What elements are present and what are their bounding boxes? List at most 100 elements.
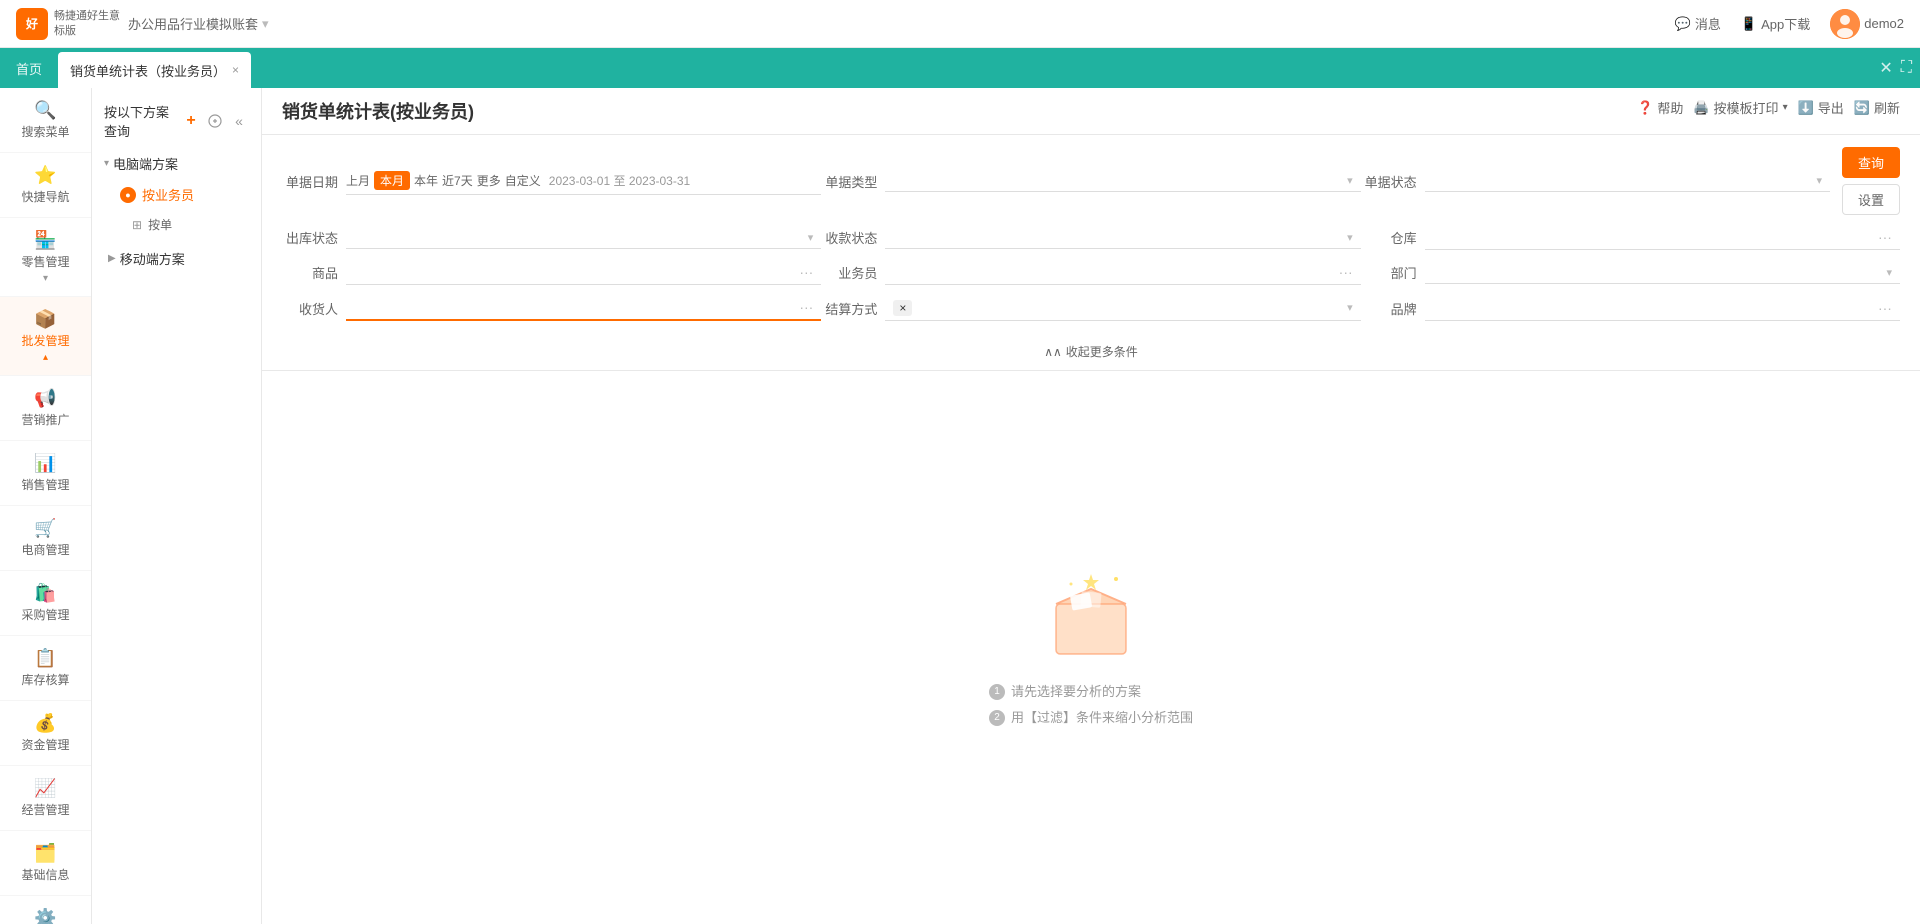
tab-home[interactable]: 首页 <box>0 48 58 88</box>
department-select[interactable]: ▾ <box>1425 262 1900 284</box>
sidebar-item-wholesale[interactable]: 📦 批发管理 ▴ <box>0 297 91 376</box>
sidebar-item-sales[interactable]: 📊 销售管理 <box>0 441 91 506</box>
tab-close-button[interactable]: × <box>232 63 239 77</box>
date-shortcut-this-year[interactable]: 本年 <box>414 172 438 189</box>
date-shortcut-more[interactable]: 更多 <box>477 172 501 189</box>
sidebar-item-basic[interactable]: 🗂️ 基础信息 <box>0 831 91 896</box>
sidebar-item-marketing[interactable]: 📢 营销推广 <box>0 376 91 441</box>
scheme-group-mobile-header[interactable]: ▶ 移动端方案 <box>92 243 261 274</box>
scheme-panel-header: 按以下方案查询 + « <box>92 96 261 146</box>
filter-row-4: 收货人 ··· 结算方式 × ▾ <box>282 295 1900 321</box>
sidebar-item-system[interactable]: ⚙️ 系统管理 <box>0 896 91 924</box>
sidebar-item-finance[interactable]: 💰 资金管理 <box>0 701 91 766</box>
warehouse-input[interactable]: ··· <box>1425 225 1900 250</box>
sidebar-label-marketing: 营销推广 <box>4 411 87 428</box>
scheme-group-mobile-label: 移动端方案 <box>120 249 185 268</box>
date-shortcut-custom[interactable]: 自定义 <box>505 172 541 189</box>
avatar <box>1830 9 1860 39</box>
message-button[interactable]: 💬 消息 <box>1675 14 1721 33</box>
date-shortcut-this-month[interactable]: 本月 <box>374 171 410 190</box>
filter-row-2: 出库状态 ▾ 收款状态 ▾ 仓库 <box>282 225 1900 250</box>
date-label: 单据日期 <box>282 172 338 191</box>
out-status-arrow-icon: ▾ <box>808 231 814 244</box>
print-icon: 🖨️ <box>1693 100 1709 116</box>
collapse-filters-area: ∧∧ 收起更多条件 <box>282 327 1900 370</box>
wholesale-icon: 📦 <box>4 309 87 330</box>
filter-cell-warehouse: 仓库 ··· <box>1361 225 1900 250</box>
brand-dots-icon[interactable]: ··· <box>1878 300 1892 316</box>
sidebar-label-quick-nav: 快捷导航 <box>4 188 87 205</box>
scheme-add-button[interactable]: + <box>181 111 201 131</box>
filter-cell-out-status: 出库状态 ▾ <box>282 225 821 250</box>
breadcrumb-text: 办公用品行业模拟账套 <box>128 14 258 33</box>
doc-type-select[interactable]: ▾ <box>885 170 1360 192</box>
salesperson-input[interactable]: ··· <box>885 260 1360 285</box>
filter-cell-consignee: 收货人 ··· <box>282 295 821 321</box>
tabbar-actions: ✕ ⛶ <box>1879 58 1920 78</box>
refresh-icon: 🔄 <box>1854 100 1870 116</box>
sidebar-item-retail[interactable]: 🏪 零售管理 ▾ <box>0 218 91 297</box>
payment-status-label: 收款状态 <box>821 228 877 247</box>
page-header-actions: ❓ 帮助 🖨️ 按模板打印 ▾ ⬇️ 导出 🔄 刷新 <box>1637 98 1900 127</box>
filter-cell-payment-status: 收款状态 ▾ <box>821 225 1360 250</box>
tab-active-label: 销货单统计表（按业务员） <box>70 61 226 80</box>
sidebar-label-operation: 经营管理 <box>4 801 87 818</box>
sidebar-item-search[interactable]: 🔍 搜索菜单 <box>0 88 91 153</box>
breadcrumb: 办公用品行业模拟账套 ▾ <box>128 14 269 33</box>
empty-tip-1: 1 请先选择要分析的方案 <box>989 679 1193 705</box>
date-shortcut-last-month[interactable]: 上月 <box>346 172 370 189</box>
ecommerce-icon: 🛒 <box>4 518 87 539</box>
date-shortcut-7days[interactable]: 近7天 <box>442 172 473 189</box>
scheme-group-pc-header[interactable]: ▾ 电脑端方案 <box>92 148 261 179</box>
product-input[interactable]: ··· <box>346 260 821 285</box>
sidebar-item-purchase[interactable]: 🛍️ 采购管理 <box>0 571 91 636</box>
export-icon: ⬇️ <box>1798 100 1814 116</box>
app-download-button[interactable]: 📱 App下载 <box>1741 14 1810 33</box>
scheme-item-salesperson[interactable]: ● 按业务员 <box>92 179 261 210</box>
filter-cell-settlement: 结算方式 × ▾ <box>821 295 1360 321</box>
collapse-filters-button[interactable]: ∧∧ 收起更多条件 <box>1044 343 1138 360</box>
payment-status-select[interactable]: ▾ <box>885 227 1360 249</box>
tabbar: 首页 销货单统计表（按业务员） × ✕ ⛶ <box>0 48 1920 88</box>
query-button[interactable]: 查询 <box>1842 147 1900 178</box>
scheme-panel-title: 按以下方案查询 <box>104 102 181 140</box>
doc-status-select[interactable]: ▾ <box>1425 170 1830 192</box>
export-button[interactable]: ⬇️ 导出 <box>1798 98 1844 117</box>
tab-close-all-button[interactable]: ✕ <box>1879 58 1892 78</box>
scheme-panel: 按以下方案查询 + « ▾ 电脑端方案 ● 按业务员 <box>92 88 262 924</box>
logo-text: 畅捷通好生意 标版 <box>54 9 120 38</box>
settings-button[interactable]: 设置 <box>1842 184 1900 215</box>
doc-type-label: 单据类型 <box>821 172 877 191</box>
sidebar-item-operation[interactable]: 📈 经营管理 <box>0 766 91 831</box>
salesperson-dots-icon[interactable]: ··· <box>1339 264 1353 280</box>
sidebar-item-ecommerce[interactable]: 🛒 电商管理 <box>0 506 91 571</box>
sidebar-label-sales: 销售管理 <box>4 476 87 493</box>
scheme-edit-button[interactable] <box>205 111 225 131</box>
filter-cell-brand: 品牌 ··· <box>1361 295 1900 321</box>
tab-active[interactable]: 销货单统计表（按业务员） × <box>58 52 251 88</box>
grid-icon: ⊞ <box>132 218 142 232</box>
sidebar-item-quick-nav[interactable]: ⭐ 快捷导航 <box>0 153 91 218</box>
doc-type-arrow-icon: ▾ <box>1347 174 1353 187</box>
warehouse-dots-icon[interactable]: ··· <box>1878 229 1892 245</box>
tab-expand-button[interactable]: ⛶ <box>1901 59 1912 77</box>
scheme-sub-item-order[interactable]: ⊞ 按单 <box>92 210 261 239</box>
refresh-button[interactable]: 🔄 刷新 <box>1854 98 1900 117</box>
system-icon: ⚙️ <box>4 908 87 924</box>
sidebar-item-inventory[interactable]: 📋 库存核算 <box>0 636 91 701</box>
consignee-dots-icon[interactable]: ··· <box>799 299 813 315</box>
sidebar-label-purchase: 采购管理 <box>4 606 87 623</box>
help-button[interactable]: ❓ 帮助 <box>1637 98 1683 117</box>
brand-input[interactable]: ··· <box>1425 296 1900 321</box>
out-status-select[interactable]: ▾ <box>346 227 821 249</box>
scheme-collapse-button[interactable]: « <box>229 111 249 131</box>
filter-cell-doc-type: 单据类型 ▾ <box>821 147 1360 215</box>
app-icon: 📱 <box>1741 16 1757 32</box>
consignee-input[interactable]: ··· <box>346 295 821 321</box>
salesperson-label: 业务员 <box>821 263 877 282</box>
template-print-button[interactable]: 🖨️ 按模板打印 ▾ <box>1693 98 1787 117</box>
user-menu[interactable]: demo2 <box>1830 9 1904 39</box>
settlement-select[interactable]: × ▾ <box>885 296 1360 321</box>
quick-nav-icon: ⭐ <box>4 165 87 186</box>
product-dots-icon[interactable]: ··· <box>799 264 813 280</box>
